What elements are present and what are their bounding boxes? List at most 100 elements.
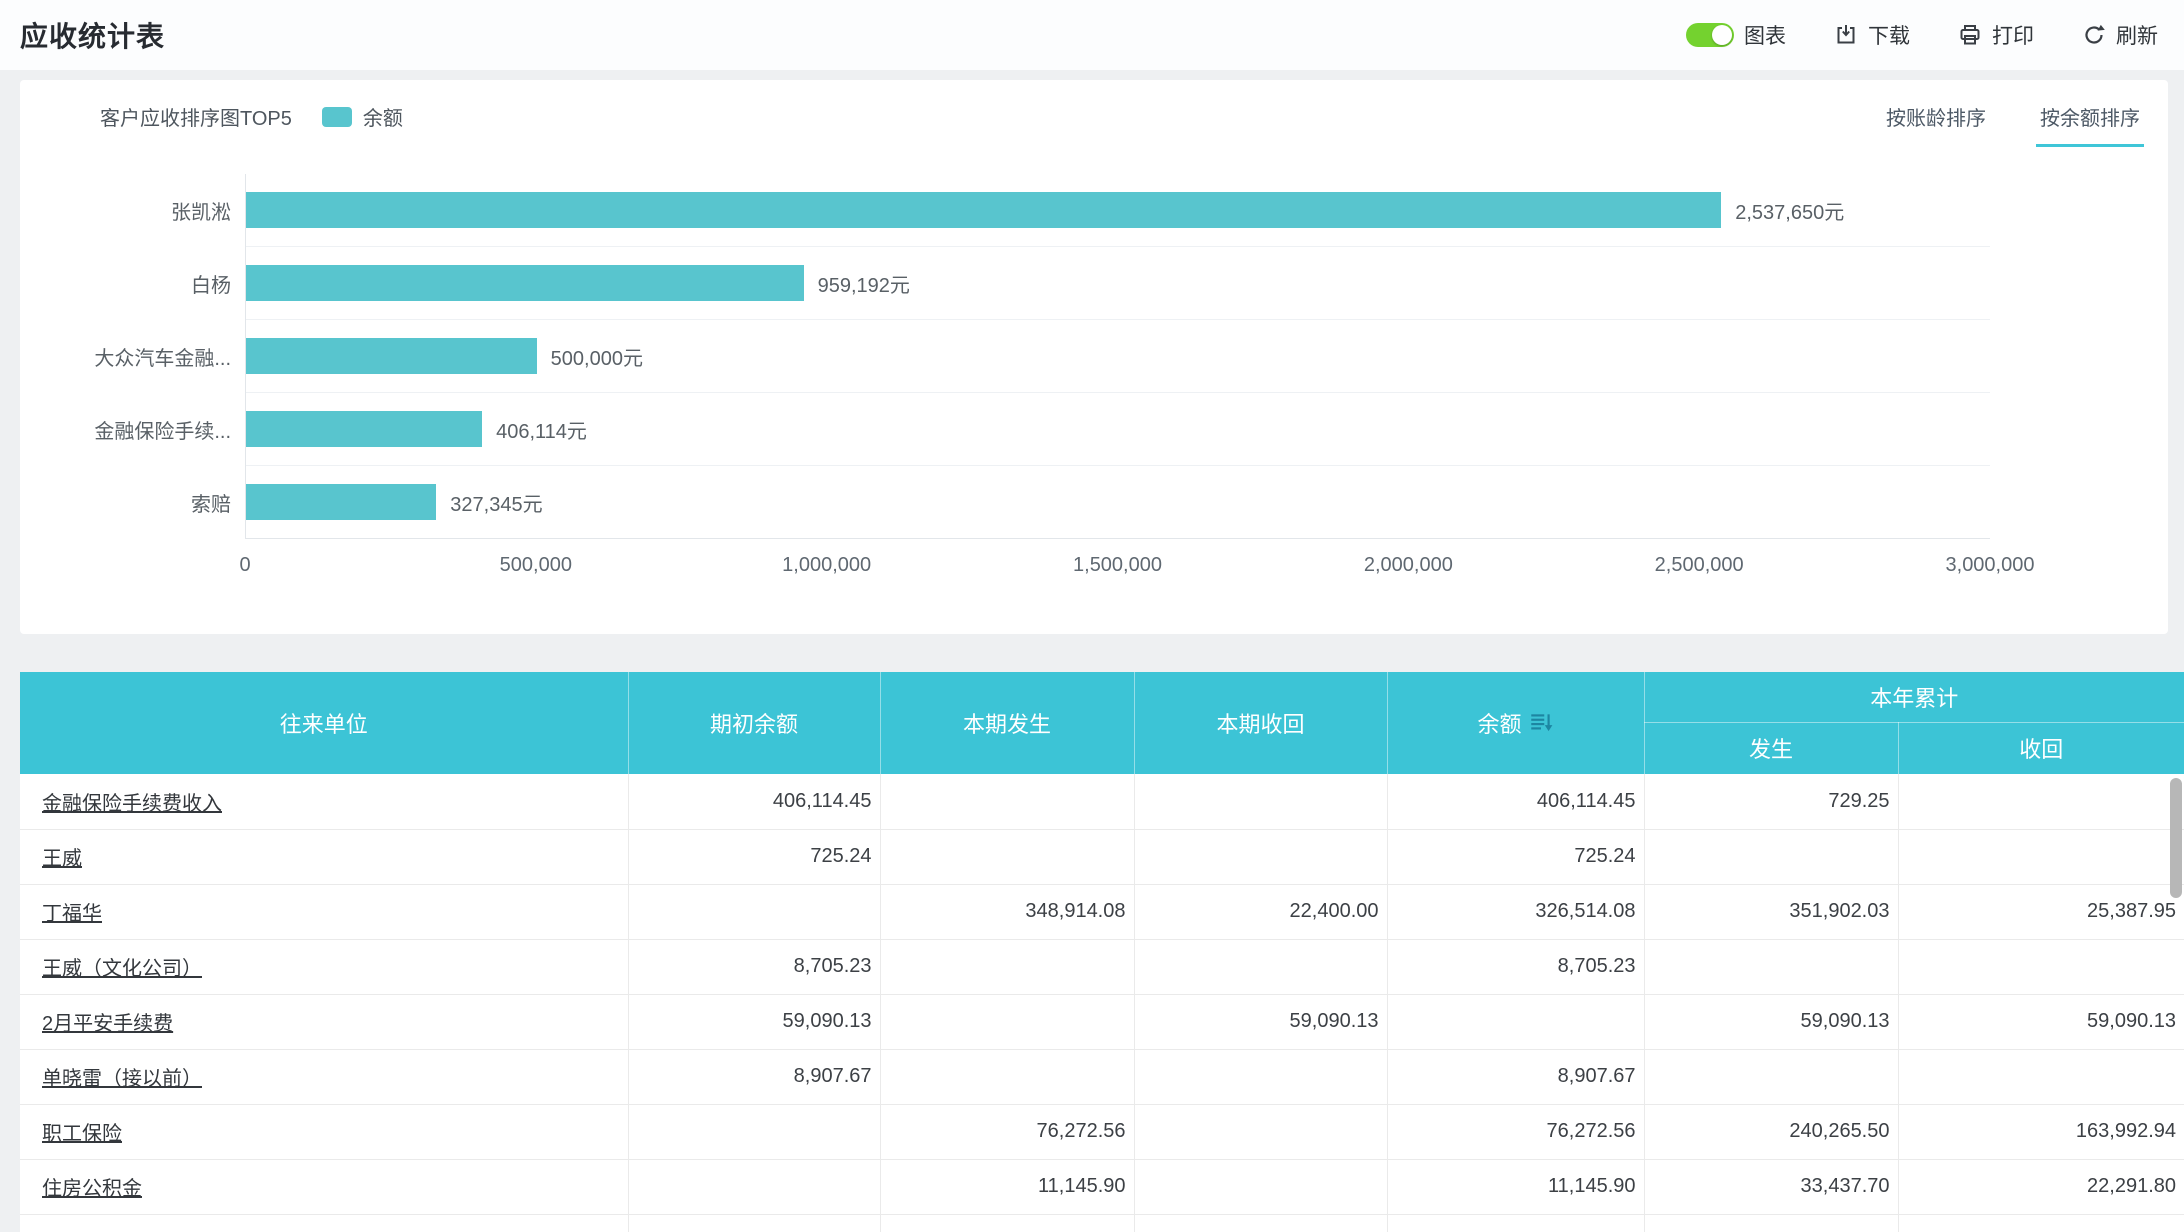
chart-toggle-label: 图表 bbox=[1744, 25, 1786, 48]
scrollbar-thumb[interactable] bbox=[2170, 778, 2182, 898]
page-title: 应收统计表 bbox=[20, 21, 166, 52]
cell-ytd-recovered: 25,387.95 bbox=[1898, 884, 2184, 940]
chart-band: 白杨 959,192元 bbox=[191, 247, 1990, 320]
cell-incurred bbox=[880, 939, 1135, 995]
legend-label: 余额 bbox=[362, 108, 403, 130]
print-label: 打印 bbox=[1992, 25, 2034, 48]
refresh-icon bbox=[2082, 23, 2106, 47]
bar-value-label: 406,114元 bbox=[496, 420, 587, 443]
cell-ytd-recovered: 22,291.80 bbox=[1898, 1159, 2184, 1215]
cell-recovered: 22,400.00 bbox=[1134, 884, 1388, 940]
print-button[interactable]: 打印 bbox=[1958, 20, 2034, 50]
tab-sort-by-aging[interactable]: 按账龄排序 bbox=[1882, 102, 1990, 147]
refresh-button[interactable]: 刷新 bbox=[2082, 20, 2158, 50]
toggle-knob bbox=[1712, 25, 1732, 45]
partner-link[interactable]: 2月平安手续费 bbox=[42, 1013, 173, 1035]
cell-ytd-incurred: 240,265.50 bbox=[1644, 1104, 1899, 1160]
partner-link[interactable]: 王威 bbox=[42, 848, 82, 870]
chart-band: 张凯淞 2,537,650元 bbox=[171, 174, 1990, 247]
chart-toggle[interactable] bbox=[1686, 23, 1734, 47]
chart-band: 金融保险手续... 406,114元 bbox=[94, 393, 1990, 466]
cell-balance: 8,705.23 bbox=[1387, 939, 1645, 995]
bar[interactable] bbox=[246, 338, 537, 374]
sort-descending-icon bbox=[1530, 714, 1552, 732]
x-tick: 2,500,000 bbox=[1654, 554, 1744, 576]
cell-recovered: 59,090.13 bbox=[1134, 994, 1388, 1050]
table-row: 丁福华 348,914.08 22,400.00 326,514.08 351,… bbox=[20, 884, 2184, 940]
partner-link[interactable]: 丁福华 bbox=[42, 903, 102, 925]
col-header-ytd-group: 本年累计 bbox=[1644, 672, 2184, 723]
col-header-period-incurred: 本期发生 bbox=[880, 672, 1135, 774]
cell-opening: 8,705.23 bbox=[628, 939, 881, 995]
bar[interactable] bbox=[246, 484, 437, 520]
chart-toggle-control: 图表 bbox=[1686, 20, 1786, 50]
cell-ytd-recovered bbox=[1898, 1049, 2184, 1105]
bar[interactable] bbox=[246, 192, 1722, 228]
partner-link[interactable]: 职工保险 bbox=[42, 1123, 122, 1145]
chart-sort-tabs: 按账龄排序 按余额排序 bbox=[1882, 102, 2144, 147]
cell-incurred: 76,272.56 bbox=[880, 1104, 1135, 1160]
cell-ytd-recovered bbox=[1898, 774, 2184, 830]
plot-area: 张凯淞 2,537,650元 白杨 959,192元 大众汽车金融... 500… bbox=[94, 174, 1990, 539]
bar-value-label: 959,192元 bbox=[817, 274, 910, 297]
cell-opening: 59,090.13 bbox=[628, 994, 881, 1050]
col-header-opening-balance: 期初余额 bbox=[628, 672, 881, 774]
col-header-period-recovered: 本期收回 bbox=[1134, 672, 1388, 774]
chart-band: 大众汽车金融... 500,000元 bbox=[94, 320, 1990, 393]
bar-chart: 张凯淞 2,537,650元 白杨 959,192元 大众汽车金融... 500… bbox=[94, 174, 2034, 585]
table-row: 2月平安手续费 59,090.13 59,090.13 59,090.13 59… bbox=[20, 994, 2184, 1050]
chart-title: 客户应收排序图TOP5 bbox=[100, 108, 292, 130]
bar[interactable] bbox=[246, 265, 804, 301]
cell-ytd-incurred: 351,902.03 bbox=[1644, 884, 1899, 940]
cell-incurred: 11,145.90 bbox=[880, 1159, 1135, 1215]
cell-ytd-incurred: 729.25 bbox=[1644, 774, 1899, 830]
table-row: 住房公积金 11,145.90 11,145.90 33,437.70 22,2… bbox=[20, 1159, 2184, 1215]
bar-value-label: 327,345元 bbox=[450, 493, 543, 516]
col-header-partner: 往来单位 bbox=[20, 672, 629, 774]
cell-ytd-incurred: 59,090.13 bbox=[1644, 994, 1899, 1050]
partner-link[interactable]: 金融保险手续费收入 bbox=[42, 793, 222, 815]
table-row-partial bbox=[20, 1214, 2184, 1232]
col-header-balance: 余额 bbox=[1387, 672, 1645, 774]
cell-opening: 8,907.67 bbox=[628, 1049, 881, 1105]
cell-ytd-incurred bbox=[1644, 1049, 1899, 1105]
partner-link[interactable]: 住房公积金 bbox=[42, 1178, 142, 1200]
cell-recovered bbox=[1134, 774, 1388, 830]
cell-recovered bbox=[1134, 1104, 1388, 1160]
cell-balance bbox=[1387, 994, 1645, 1050]
cell-incurred bbox=[880, 829, 1135, 885]
legend-swatch bbox=[321, 106, 352, 127]
partner-link[interactable]: 王威（文化公司） bbox=[42, 958, 202, 980]
header-controls: 图表 下载 打印 刷新 bbox=[1686, 20, 2158, 50]
cell-incurred: 348,914.08 bbox=[880, 884, 1135, 940]
bar[interactable] bbox=[246, 411, 483, 447]
bar-value-label: 500,000元 bbox=[550, 347, 643, 370]
partner-link[interactable]: 单晓雷（接以前） bbox=[42, 1068, 202, 1090]
download-button[interactable]: 下载 bbox=[1834, 20, 1910, 50]
col-header-ytd-recovered: 收回 bbox=[1898, 722, 2184, 774]
cell-balance: 11,145.90 bbox=[1387, 1159, 1645, 1215]
chart-band: 索赔 327,345元 bbox=[191, 466, 1990, 539]
cell-ytd-recovered bbox=[1898, 939, 2184, 995]
receivables-table: 往来单位 期初余额 本期发生 本期收回 余额 本年累计 发生 收回 金融保险手续… bbox=[20, 672, 2184, 1232]
cell-balance: 326,514.08 bbox=[1387, 884, 1645, 940]
x-tick: 2,000,000 bbox=[1363, 554, 1453, 576]
bar-category-label: 金融保险手续... bbox=[94, 420, 231, 443]
x-tick: 0 bbox=[239, 554, 251, 576]
cell-opening bbox=[628, 884, 881, 940]
cell-ytd-incurred bbox=[1644, 939, 1899, 995]
cell-ytd-recovered bbox=[1898, 829, 2184, 885]
table-row: 王威 725.24 725.24 bbox=[20, 829, 2184, 885]
tab-sort-by-balance[interactable]: 按余额排序 bbox=[2036, 102, 2144, 147]
cell-opening bbox=[628, 1159, 881, 1215]
receivables-table-card: 往来单位 期初余额 本期发生 本期收回 余额 本年累计 发生 收回 金融保险手续… bbox=[20, 672, 2184, 1232]
cell-ytd-recovered: 163,992.94 bbox=[1898, 1104, 2184, 1160]
cell-balance: 8,907.67 bbox=[1387, 1049, 1645, 1105]
download-icon bbox=[1834, 23, 1858, 47]
cell-incurred bbox=[880, 994, 1135, 1050]
balance-sort-button[interactable]: 余额 bbox=[1477, 707, 1553, 739]
cell-ytd-recovered: 59,090.13 bbox=[1898, 994, 2184, 1050]
print-icon bbox=[1958, 23, 1982, 47]
cell-ytd-incurred: 33,437.70 bbox=[1644, 1159, 1899, 1215]
cell-balance: 406,114.45 bbox=[1387, 774, 1645, 830]
